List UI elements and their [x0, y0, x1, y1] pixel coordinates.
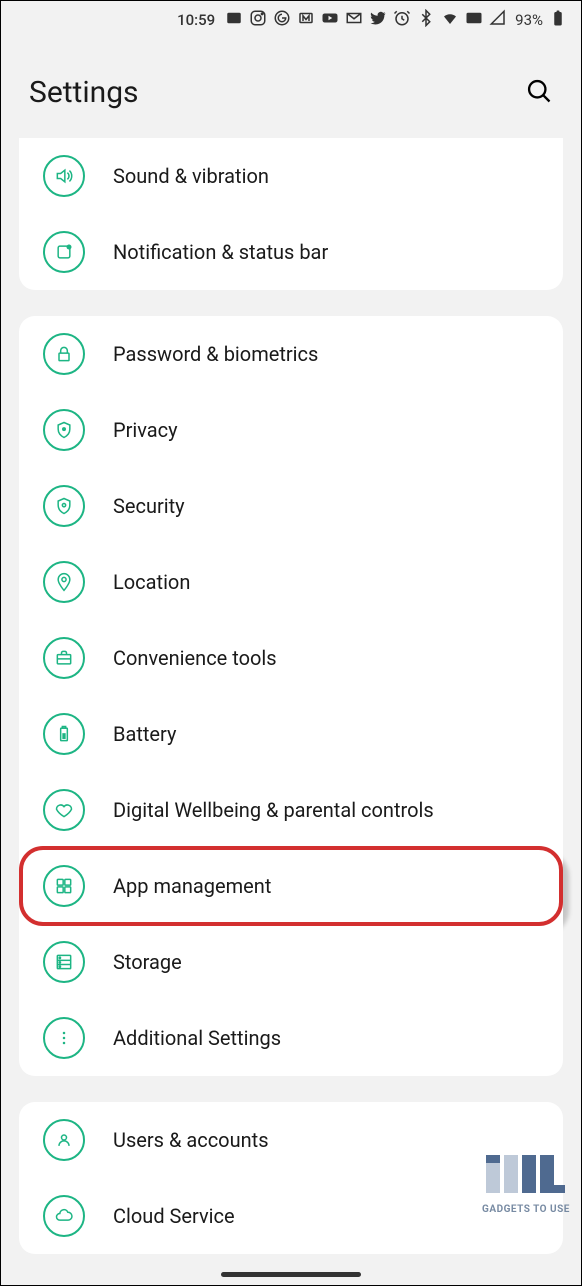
m-icon — [297, 9, 315, 31]
settings-item-location[interactable]: Location — [19, 544, 563, 620]
heart-icon — [43, 789, 85, 831]
wifi-icon — [441, 9, 459, 31]
settings-item-storage[interactable]: Storage — [19, 924, 563, 1000]
settings-group-1: Sound & vibration Notification & status … — [19, 138, 563, 290]
instagram-icon — [249, 9, 267, 31]
bluetooth-icon — [417, 9, 435, 31]
settings-item-battery[interactable]: Battery — [19, 696, 563, 772]
item-label: Cloud Service — [113, 1204, 235, 1228]
search-button[interactable] — [525, 77, 553, 109]
settings-item-password[interactable]: Password & biometrics — [19, 316, 563, 392]
alarm-icon — [393, 9, 411, 31]
settings-item-convenience[interactable]: Convenience tools — [19, 620, 563, 696]
cloud-icon — [43, 1195, 85, 1237]
item-label: Users & accounts — [113, 1128, 269, 1152]
settings-item-notification[interactable]: Notification & status bar — [19, 214, 563, 290]
item-label: Digital Wellbeing & parental controls — [113, 798, 434, 822]
notification-icon — [43, 231, 85, 273]
toolbox-icon — [43, 637, 85, 679]
item-label: Sound & vibration — [113, 164, 269, 188]
item-label: Battery — [113, 722, 176, 746]
settings-item-additional[interactable]: Additional Settings — [19, 1000, 563, 1076]
item-label: Storage — [113, 950, 182, 974]
header: Settings — [1, 35, 581, 138]
item-label: Privacy — [113, 418, 178, 442]
lock-icon — [43, 333, 85, 375]
status-time: 10:59 — [177, 11, 215, 29]
item-label: Password & biometrics — [113, 342, 318, 366]
item-label: Notification & status bar — [113, 240, 328, 264]
battery-percentage: 93% — [515, 11, 543, 29]
privacy-icon — [43, 409, 85, 451]
item-label: Location — [113, 570, 190, 594]
more-icon — [43, 1017, 85, 1059]
twitter-icon — [369, 9, 387, 31]
youtube-icon — [321, 9, 339, 31]
item-label: Additional Settings — [113, 1026, 281, 1050]
battery-icon — [549, 9, 567, 31]
storage-icon — [43, 941, 85, 983]
vowifi-icon — [465, 9, 483, 31]
sound-icon — [43, 155, 85, 197]
shield-icon — [43, 485, 85, 527]
page-title: Settings — [29, 75, 139, 110]
watermark: GADGETS TO USE — [481, 1150, 571, 1215]
message-icon — [225, 9, 243, 31]
settings-item-security[interactable]: Security — [19, 468, 563, 544]
gmail-icon — [345, 9, 363, 31]
settings-item-wellbeing[interactable]: Digital Wellbeing & parental controls — [19, 772, 563, 848]
watermark-text: GADGETS TO USE — [481, 1204, 571, 1215]
signal-icon — [489, 9, 507, 31]
home-indicator[interactable] — [221, 1272, 361, 1277]
settings-item-app-management[interactable]: App management — [19, 848, 563, 924]
settings-group-2: Password & biometrics Privacy Security L… — [19, 316, 563, 1076]
apps-icon — [43, 865, 85, 907]
settings-item-sound[interactable]: Sound & vibration — [19, 138, 563, 214]
settings-content: Sound & vibration Notification & status … — [1, 138, 581, 1254]
item-label: Convenience tools — [113, 646, 277, 670]
status-bar: 10:59 93% — [1, 1, 581, 35]
battery-icon — [43, 713, 85, 755]
settings-item-privacy[interactable]: Privacy — [19, 392, 563, 468]
item-label: App management — [113, 874, 271, 898]
location-icon — [43, 561, 85, 603]
item-label: Security — [113, 494, 185, 518]
user-icon — [43, 1119, 85, 1161]
google-icon — [273, 9, 291, 31]
